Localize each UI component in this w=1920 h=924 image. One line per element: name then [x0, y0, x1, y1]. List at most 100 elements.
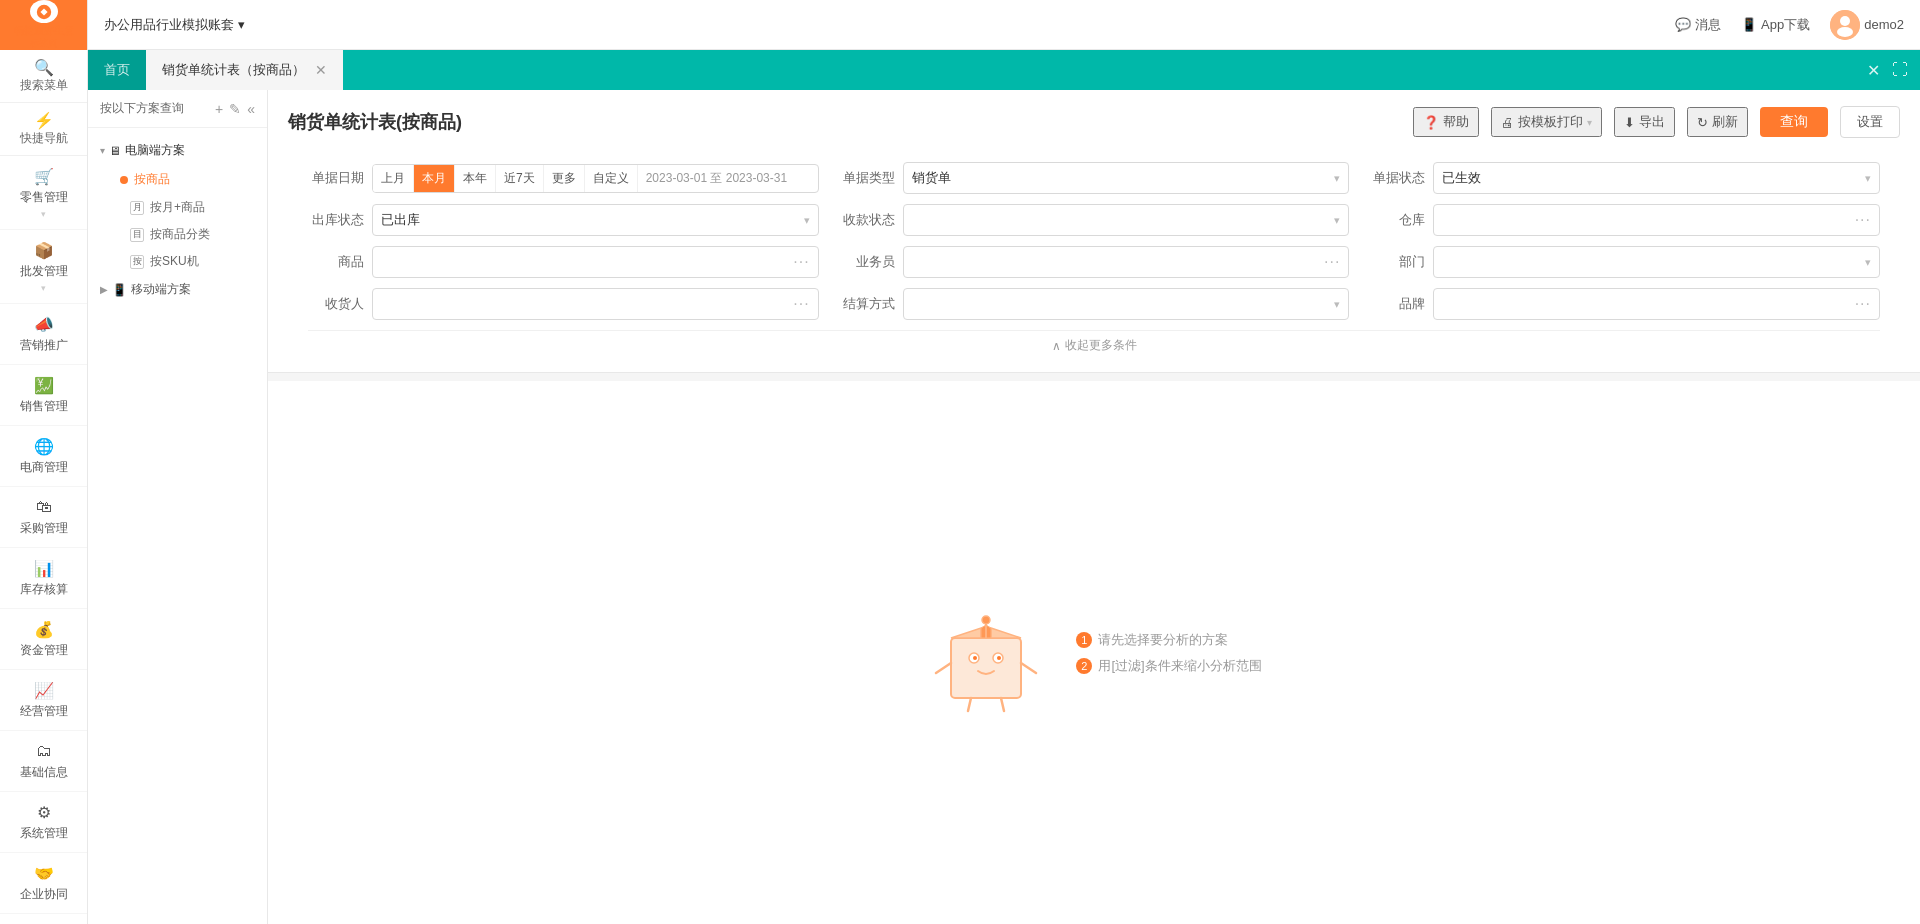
tip-text-2: 用[过滤]条件来缩小分析范围 [1098, 653, 1261, 679]
scheme-collapse-btn[interactable]: « [247, 101, 255, 117]
brand-control[interactable]: ··· [1433, 288, 1880, 320]
app-name-text: 办公用品行业模拟账套 [104, 16, 234, 34]
doc-type-label: 单据类型 [839, 169, 895, 187]
payment-label: 结算方式 [839, 295, 895, 313]
query-btn[interactable]: 查询 [1760, 107, 1828, 137]
svg-rect-4 [951, 638, 1021, 698]
print-arrow-icon: ▾ [1587, 117, 1592, 128]
basic-icon: 🗂 [34, 741, 54, 761]
doc-type-arrow-icon: ▾ [1334, 172, 1340, 185]
scheme-tree: ▾ 🖥 电脑端方案 按商品 月 按月+商品 目 按商品分类 [88, 128, 267, 924]
sidebar-item-inventory[interactable]: 📊 库存核算 [0, 548, 87, 609]
sidebar-search[interactable]: 🔍 搜索菜单 [0, 50, 87, 103]
empty-tips: 1 请先选择要分析的方案 2 用[过滤]条件来缩小分析范围 [1076, 627, 1261, 679]
date-btn-current-month[interactable]: 本月 [414, 165, 455, 192]
system-label: 系统管理 [20, 825, 68, 842]
stock-status-arrow-icon: ▾ [804, 214, 810, 227]
empty-state: 1 请先选择要分析的方案 2 用[过滤]条件来缩小分析范围 [268, 381, 1920, 924]
tip-num-1: 1 [1076, 632, 1092, 648]
brand-label: 品牌 [1369, 295, 1425, 313]
marketing-label: 营销推广 [20, 337, 68, 354]
sidebar-item-finance[interactable]: 💰 资金管理 [0, 609, 87, 670]
salesman-control[interactable]: ··· [903, 246, 1350, 278]
scheme-item-by-product[interactable]: 按商品 [88, 165, 267, 194]
sidebar-item-enterprise[interactable]: 🤝 企业协同 [0, 853, 87, 914]
refresh-icon: ↻ [1697, 115, 1708, 130]
pc-group-icon: 🖥 [109, 144, 121, 158]
settings-btn[interactable]: 设置 [1840, 106, 1900, 138]
sidebar-item-operation[interactable]: 📈 经营管理 [0, 670, 87, 731]
sidebar-item-retail[interactable]: 🛒 零售管理 ▾ [0, 156, 87, 230]
scheme-mobile-group[interactable]: ▶ 📱 移动端方案 [88, 275, 267, 304]
scheme-item-by-sku[interactable]: 按 按SKU机 [88, 248, 267, 275]
warehouse-label: 仓库 [1369, 211, 1425, 229]
product-label: 商品 [308, 253, 364, 271]
date-btn-more[interactable]: 更多 [544, 165, 585, 192]
sidebar-item-sales[interactable]: 💹 销售管理 [0, 365, 87, 426]
sidebar-item-system[interactable]: ⚙ 系统管理 [0, 792, 87, 853]
filter-row-2: 出库状态 已出库 ▾ 收款状态 ▾ [308, 204, 1880, 236]
export-btn[interactable]: ⬇ 导出 [1614, 107, 1675, 137]
doc-status-control[interactable]: 已生效 ▾ [1433, 162, 1880, 194]
sidebar-item-basic[interactable]: 🗂 基础信息 [0, 731, 87, 792]
refresh-btn[interactable]: ↻ 刷新 [1687, 107, 1748, 137]
sidebar-item-purchase[interactable]: 🛍 采购管理 [0, 487, 87, 548]
help-btn[interactable]: ❓ 帮助 [1413, 107, 1479, 137]
app-download-btn[interactable]: 📱 App下载 [1741, 16, 1810, 34]
doc-status-value: 已生效 [1442, 169, 1481, 187]
scheme-panel: 按以下方案查询 + ✎ « ▾ 🖥 电脑端方案 按商品 [88, 90, 268, 924]
tab-close-all-icon[interactable]: ✕ [1863, 57, 1884, 84]
sku-icon: 按 [130, 255, 144, 269]
tab-close-icon[interactable]: ✕ [315, 62, 327, 78]
product-control[interactable]: ··· [372, 246, 819, 278]
salesman-dots-icon: ··· [1324, 253, 1340, 271]
doc-type-control[interactable]: 销货单 ▾ [903, 162, 1350, 194]
finance-icon: 💰 [34, 619, 54, 639]
date-filter-control[interactable]: 上月 本月 本年 近7天 更多 自定义 2023-03-01 至 2023-03… [372, 164, 819, 193]
wholesale-icon: 📦 [34, 240, 54, 260]
collection-status-control[interactable]: ▾ [903, 204, 1350, 236]
tab-home[interactable]: 首页 [88, 50, 146, 90]
sidebar-item-marketing[interactable]: 📣 营销推广 [0, 304, 87, 365]
basic-label: 基础信息 [20, 764, 68, 781]
purchase-icon: 🛍 [34, 497, 54, 517]
scheme-edit-btn[interactable]: ✎ [229, 101, 241, 117]
mobile-group-arrow-icon: ▶ [100, 284, 108, 295]
mobile-icon: 📱 [112, 283, 127, 297]
sidebar: 畅捷通好生意 标签页 🔍 搜索菜单 ⚡ 快捷导航 🛒 零售管理 ▾ 📦 批发管理… [0, 0, 88, 924]
filter-doc-type: 单据类型 销货单 ▾ [839, 162, 1350, 194]
topbar-app-name[interactable]: 办公用品行业模拟账套 ▾ [104, 16, 245, 34]
payment-arrow-icon: ▾ [1334, 298, 1340, 311]
department-control[interactable]: ▾ [1433, 246, 1880, 278]
empty-content: 1 请先选择要分析的方案 2 用[过滤]条件来缩小分析范围 [926, 593, 1261, 713]
export-icon: ⬇ [1624, 115, 1635, 130]
stock-status-control[interactable]: 已出库 ▾ [372, 204, 819, 236]
logo-label: 标签页 [30, 37, 57, 50]
sidebar-item-newbie[interactable]: 🎯 新手引导 [0, 914, 87, 924]
consignee-control[interactable]: ··· [372, 288, 819, 320]
tab-report[interactable]: 销货单统计表（按商品） ✕ [146, 50, 343, 90]
scheme-item-by-month-product[interactable]: 月 按月+商品 [88, 194, 267, 221]
app-logo[interactable]: 畅捷通好生意 标签页 [0, 0, 87, 50]
payment-control[interactable]: ▾ [903, 288, 1350, 320]
date-btn-7days[interactable]: 近7天 [496, 165, 544, 192]
scheme-item-by-category[interactable]: 目 按商品分类 [88, 221, 267, 248]
sidebar-item-wholesale[interactable]: 📦 批发管理 ▾ [0, 230, 87, 304]
date-btn-prev-month[interactable]: 上月 [373, 165, 414, 192]
date-btn-current-year[interactable]: 本年 [455, 165, 496, 192]
page-header: 销货单统计表(按商品) ❓ 帮助 🖨 按模板打印 ▾ ⬇ [268, 90, 1920, 373]
scheme-group-pc-header[interactable]: ▾ 🖥 电脑端方案 [88, 136, 267, 165]
sidebar-item-ecommerce[interactable]: 🌐 电商管理 [0, 426, 87, 487]
scheme-add-btn[interactable]: + [215, 101, 223, 117]
consignee-label: 收货人 [308, 295, 364, 313]
retail-label: 零售管理 [20, 189, 68, 206]
tab-fullscreen-icon[interactable]: ⛶ [1888, 57, 1912, 83]
empty-tip-2: 2 用[过滤]条件来缩小分析范围 [1076, 653, 1261, 679]
collapse-bar[interactable]: ∧ 收起更多条件 [308, 330, 1880, 360]
date-btn-custom[interactable]: 自定义 [585, 165, 638, 192]
print-btn[interactable]: 🖨 按模板打印 ▾ [1491, 107, 1602, 137]
message-btn[interactable]: 💬 消息 [1675, 16, 1721, 34]
warehouse-control[interactable]: ··· [1433, 204, 1880, 236]
user-menu[interactable]: demo2 [1830, 10, 1904, 40]
sidebar-quick-nav[interactable]: ⚡ 快捷导航 [0, 103, 87, 156]
